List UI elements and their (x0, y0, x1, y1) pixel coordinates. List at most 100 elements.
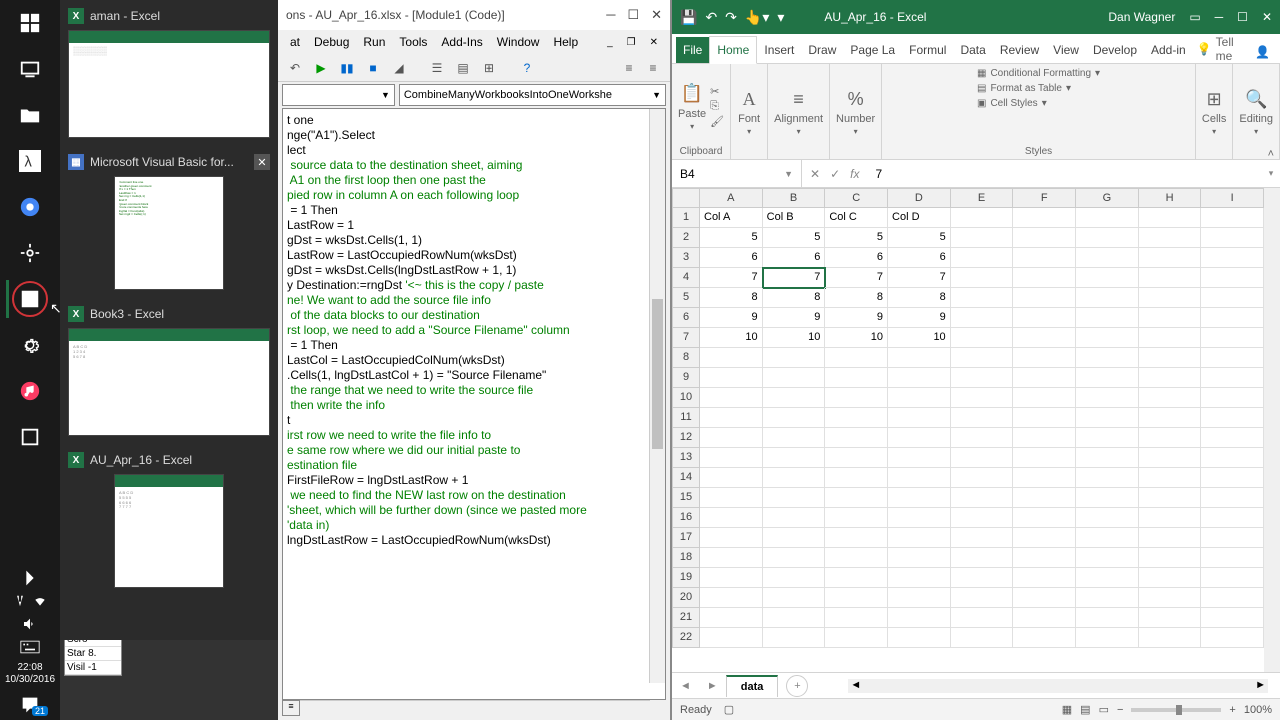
cell[interactable] (1013, 348, 1076, 368)
cell[interactable]: 7 (888, 268, 951, 288)
number-button[interactable]: %Number▾ (836, 87, 875, 136)
cell[interactable] (1139, 488, 1202, 508)
cell[interactable] (951, 388, 1014, 408)
cell[interactable] (1201, 328, 1264, 348)
cell[interactable] (1076, 528, 1139, 548)
cell[interactable] (825, 448, 888, 468)
cell[interactable] (700, 488, 763, 508)
app-icon-lambda[interactable]: λ (6, 138, 54, 184)
cell[interactable] (1013, 248, 1076, 268)
cell[interactable] (1076, 288, 1139, 308)
col-header[interactable]: I (1201, 188, 1264, 208)
format-painter-icon[interactable]: 🖌 (710, 115, 724, 128)
collapse-ribbon-icon[interactable]: ˄ (1268, 148, 1274, 160)
cell[interactable] (825, 528, 888, 548)
cell[interactable] (825, 348, 888, 368)
cell[interactable] (1076, 568, 1139, 588)
col-header[interactable]: H (1139, 188, 1202, 208)
cell[interactable] (1013, 268, 1076, 288)
vbe-vscrollbar[interactable] (649, 109, 665, 683)
cell[interactable] (1076, 308, 1139, 328)
view-page-layout-icon[interactable]: ▤ (1080, 703, 1090, 716)
cell[interactable] (1201, 628, 1264, 648)
select-all-corner[interactable] (672, 188, 700, 208)
settings-gear-icon[interactable] (6, 322, 54, 368)
cell[interactable] (1201, 568, 1264, 588)
cell[interactable] (1139, 468, 1202, 488)
cell[interactable] (1201, 548, 1264, 568)
cell[interactable] (700, 428, 763, 448)
cell[interactable] (763, 628, 826, 648)
cell[interactable] (1076, 588, 1139, 608)
zoom-level[interactable]: 100% (1244, 704, 1272, 716)
cell[interactable] (1139, 248, 1202, 268)
col-header[interactable]: G (1076, 188, 1139, 208)
tab-formulas[interactable]: Formul (902, 37, 953, 63)
cell[interactable] (700, 368, 763, 388)
cell[interactable] (1139, 448, 1202, 468)
worksheet-grid[interactable]: ABCDEFGHI 123456789101112131415161718192… (672, 188, 1280, 672)
tab-page-layout[interactable]: Page La (843, 37, 902, 63)
minimize-icon[interactable]: ─ (1215, 10, 1224, 24)
cell[interactable] (888, 448, 951, 468)
qat-customize-icon[interactable]: ▾ (777, 9, 784, 26)
vbe-object-combo[interactable]: ▼ (282, 84, 395, 106)
tab-home[interactable]: Home (709, 36, 757, 64)
cell[interactable] (763, 348, 826, 368)
fx-icon[interactable]: fx (850, 167, 859, 181)
cell[interactable]: 6 (763, 248, 826, 268)
row-header[interactable]: 15 (672, 488, 700, 508)
cell[interactable] (763, 408, 826, 428)
cell[interactable] (763, 468, 826, 488)
cell[interactable] (951, 508, 1014, 528)
cell[interactable] (1076, 548, 1139, 568)
switcher-item-aman[interactable]: Xaman - Excel ░░░░░░░░░░░░░░░░░░░░░░░░ (60, 0, 278, 146)
keyboard-icon[interactable] (20, 640, 40, 654)
sheet-hscrollbar[interactable]: ◄► (848, 679, 1268, 693)
row-header[interactable]: 22 (672, 628, 700, 648)
share-icon[interactable]: 👤 (1249, 41, 1276, 63)
tell-me-search[interactable]: 💡 Tell me (1197, 35, 1249, 63)
undo-icon[interactable]: ↶ (284, 57, 306, 79)
cell[interactable] (700, 588, 763, 608)
cell[interactable] (1013, 508, 1076, 528)
power-icon[interactable] (13, 594, 27, 608)
cell[interactable] (825, 628, 888, 648)
cell[interactable] (1013, 528, 1076, 548)
cell[interactable] (1139, 548, 1202, 568)
cell[interactable]: 5 (825, 228, 888, 248)
cell[interactable] (1201, 288, 1264, 308)
cell[interactable] (888, 348, 951, 368)
view-normal-icon[interactable]: ▦ (1062, 703, 1072, 716)
col-header[interactable]: C (825, 188, 888, 208)
row-header[interactable]: 5 (672, 288, 700, 308)
cell[interactable]: 6 (825, 248, 888, 268)
tab-draw[interactable]: Draw (801, 37, 843, 63)
cell[interactable] (1139, 268, 1202, 288)
tab-file[interactable]: File (676, 37, 709, 63)
cell[interactable] (700, 528, 763, 548)
cell[interactable]: 8 (763, 288, 826, 308)
cell[interactable] (951, 488, 1014, 508)
cell[interactable]: 8 (825, 288, 888, 308)
cell[interactable] (825, 388, 888, 408)
row-header[interactable]: 1 (672, 208, 700, 228)
cell[interactable] (1139, 388, 1202, 408)
formula-input[interactable]: 7 (867, 167, 1262, 181)
copy-icon[interactable]: ⎘ (710, 100, 724, 113)
cell[interactable]: 5 (763, 228, 826, 248)
cell[interactable] (1201, 368, 1264, 388)
cell[interactable] (888, 468, 951, 488)
cell[interactable] (1013, 368, 1076, 388)
cell[interactable] (1139, 368, 1202, 388)
undo-icon[interactable]: ↶ (705, 9, 717, 26)
row-header[interactable]: 8 (672, 348, 700, 368)
cell[interactable] (1076, 268, 1139, 288)
cell[interactable] (888, 388, 951, 408)
cell[interactable] (763, 448, 826, 468)
col-header[interactable]: F (1013, 188, 1076, 208)
col-header[interactable]: A (700, 188, 763, 208)
cell[interactable] (1201, 468, 1264, 488)
cell[interactable]: Col D (888, 208, 951, 228)
mdi-close-icon[interactable]: ✕ (644, 35, 664, 50)
